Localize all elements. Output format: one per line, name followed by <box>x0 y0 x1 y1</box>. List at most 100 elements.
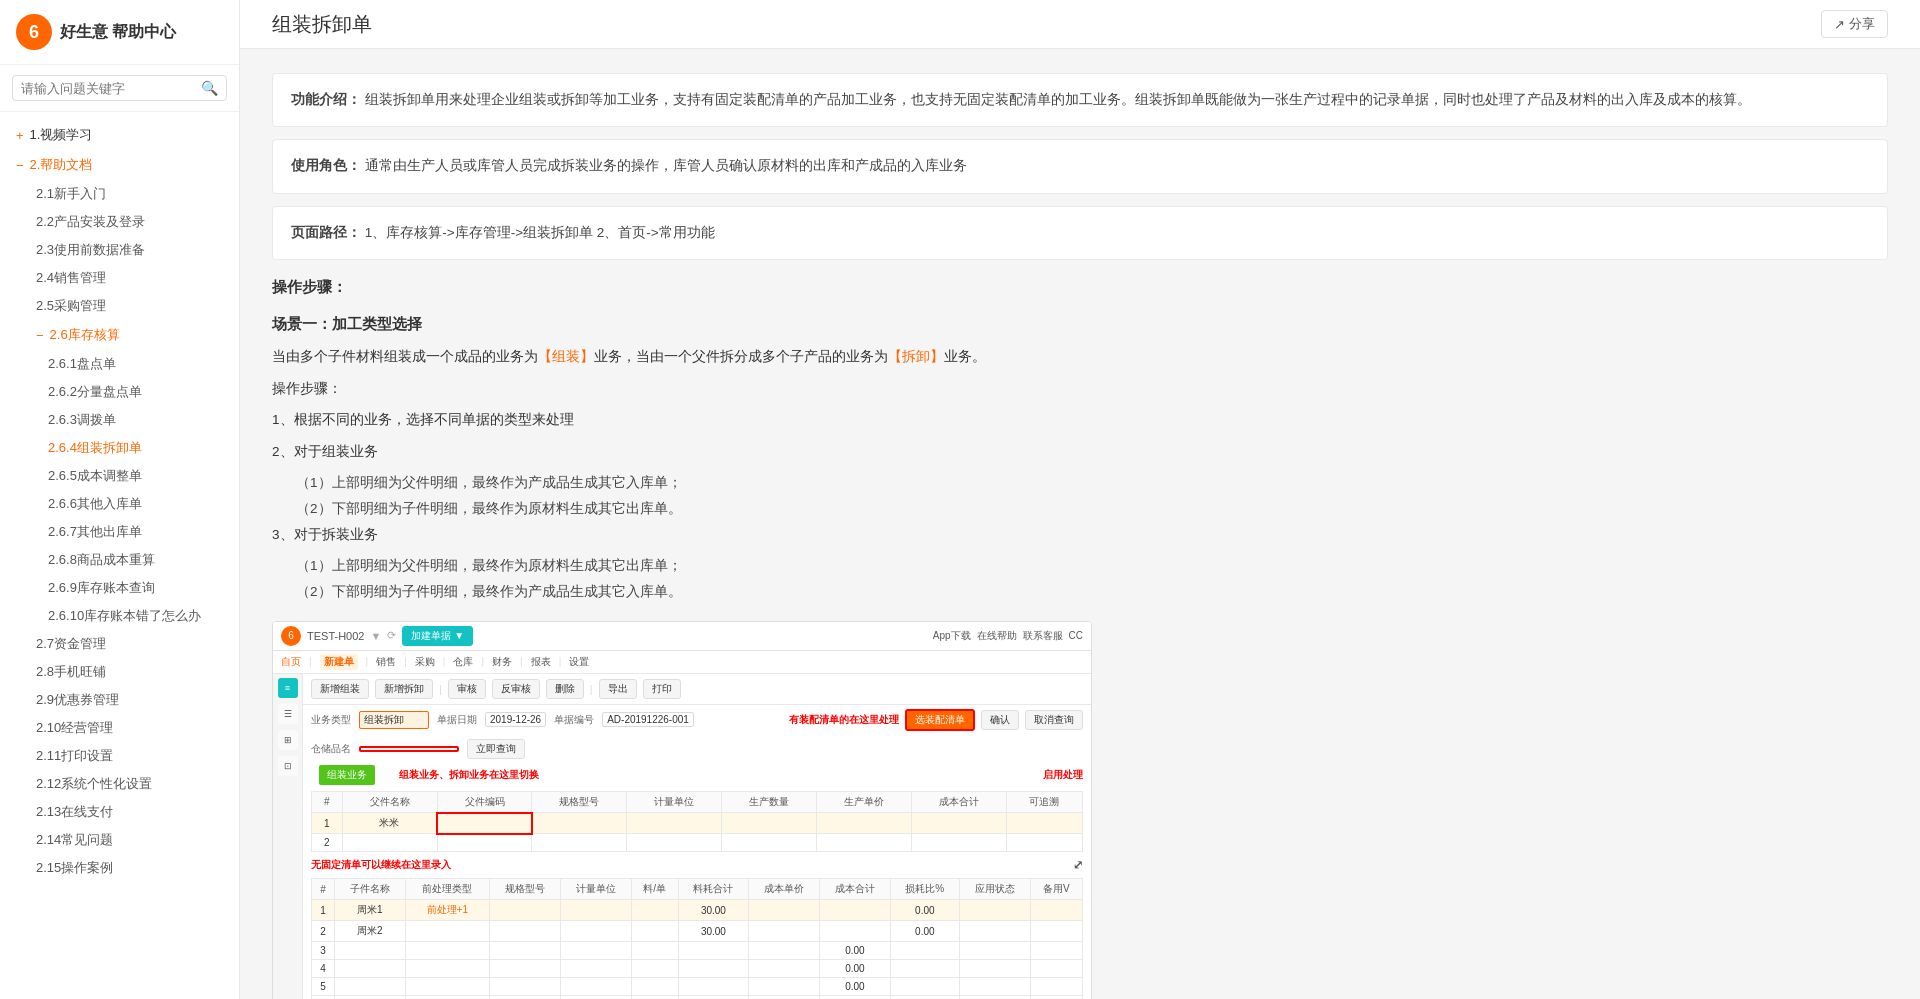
sim-section-assembly-label: 组装业务 <box>319 765 375 785</box>
sidebar-item-newuser[interactable]: 2.1新手入门 <box>0 180 239 208</box>
sim-cell-process2 <box>405 921 490 942</box>
sim-btn-print[interactable]: 打印 <box>643 679 681 699</box>
sim-col-ratio: 料/单 <box>631 879 678 900</box>
sim-nav-sep: | <box>309 656 312 667</box>
sidebar-item-payment[interactable]: 2.13在线支付 <box>0 798 239 826</box>
sim-parent-table-wrap: # 父件名称 父件编码 规格型号 计量单位 生产数量 生产单价 成本合计 可追溯 <box>303 787 1091 857</box>
sidebar-item-docs[interactable]: − 2.帮助文档 <box>0 150 239 180</box>
sim-expand-icon: ⤢ <box>1073 858 1083 872</box>
sim-nav-assembly[interactable]: 新建单 <box>320 654 358 670</box>
sidebar-item-operation[interactable]: 2.10经营管理 <box>0 714 239 742</box>
sim-ref-input[interactable]: AD-20191226-001 <box>602 712 694 727</box>
sidebar-item-faq[interactable]: 2.14常见问题 <box>0 826 239 854</box>
sim-nav-home[interactable]: 自页 <box>281 655 301 669</box>
sidebar-item-assembly[interactable]: 2.6.4组装拆卸单 <box>0 434 239 462</box>
sidebar-item-otheroutbound[interactable]: 2.6.7其他出库单 <box>0 518 239 546</box>
sim-parent-table-header: # 父件名称 父件编码 规格型号 计量单位 生产数量 生产单价 成本合计 可追溯 <box>312 791 1083 813</box>
sim-nav-other1[interactable]: 销售 <box>376 655 396 669</box>
sim-btn-cancel[interactable]: 取消查询 <box>1025 710 1083 730</box>
sim-cell-prodqty <box>722 834 817 852</box>
sim-contact: 联系客服 <box>1023 629 1063 643</box>
sidebar-item-inventory[interactable]: − 2.6库存核算 <box>0 320 239 350</box>
search-input[interactable] <box>21 81 201 96</box>
screenshot-container: 6 TEST-H002 ▼ ⟳ 加建单据 ▼ App下载 在线帮助 联系客服 C… <box>272 621 1092 999</box>
sidebar-item-partcount[interactable]: 2.6.2分量盘点单 <box>0 378 239 406</box>
sim-btn-new-assembly[interactable]: 新增组装 <box>311 679 369 699</box>
main-content: 组装拆卸单 ↗ 分享 功能介绍： 组装拆卸单用来处理企业组装或拆卸等加工业务，支… <box>240 0 1920 999</box>
sim-nav-other2[interactable]: 采购 <box>415 655 435 669</box>
sim-btn-select-bom[interactable]: 选装配清单 <box>905 709 975 731</box>
sidebar-item-transfer[interactable]: 2.6.3调拨单 <box>0 406 239 434</box>
sim-search-input[interactable] <box>359 746 459 752</box>
sim-nav-other5[interactable]: 报表 <box>531 655 551 669</box>
sim-btn-approve[interactable]: 审核 <box>448 679 486 699</box>
sim-toolbar: 新增组装 新增拆卸 | 审核 反审核 删除 | 导出 打印 <box>303 674 1091 705</box>
sim-cell-name: 米米 <box>342 813 437 834</box>
sim-col-price: 生产单价 <box>817 791 912 813</box>
logo-text: 好生意 帮助中心 <box>60 22 176 43</box>
path-text: 1、库存核算->库存管理->组装拆卸单 2、首页->常用功能 <box>365 225 715 240</box>
sidebar-item-coupon[interactable]: 2.9优惠券管理 <box>0 686 239 714</box>
sim-btn-new-disassembly[interactable]: 新增拆卸 <box>375 679 433 699</box>
sidebar-item-sales[interactable]: 2.4销售管理 <box>0 264 239 292</box>
sim-cell-unit <box>627 834 722 852</box>
sidebar-section-label: 2.帮助文档 <box>30 156 93 174</box>
sim-btn-unapprove[interactable]: 反审核 <box>492 679 540 699</box>
table-row: 1 米米 <box>312 813 1083 834</box>
sidebar-item-dataprep[interactable]: 2.3使用前数据准备 <box>0 236 239 264</box>
sim-topbtn[interactable]: 加建单据 ▼ <box>402 626 473 646</box>
sidebar-item-costadjust[interactable]: 2.6.5成本调整单 <box>0 462 239 490</box>
sim-cell-act <box>1030 900 1082 921</box>
sidebar-item-finance[interactable]: 2.7资金管理 <box>0 630 239 658</box>
sim-type-input[interactable]: 组装拆卸 <box>359 711 429 729</box>
sim-leftnav: ≡ ☰ ⊞ ⊡ <box>273 674 303 999</box>
sim-cell-cname2: 周米2 <box>334 921 405 942</box>
search-icon[interactable]: 🔍 <box>201 80 218 96</box>
sidebar-item-video[interactable]: + 1.视频学习 <box>0 120 239 150</box>
sim-search-row: 仓储品名 立即查询 <box>303 735 1091 763</box>
sim-enable-annotation: 启用处理 <box>1043 768 1083 782</box>
sim-col-parent-name: 父件名称 <box>342 791 437 813</box>
sidebar-item-cases[interactable]: 2.15操作案例 <box>0 854 239 882</box>
sim-btn-export[interactable]: 导出 <box>599 679 637 699</box>
share-button[interactable]: ↗ 分享 <box>1821 10 1888 38</box>
table-row: 50.00 <box>312 978 1083 996</box>
sim-cell-act2 <box>1030 921 1082 942</box>
sim-nav-sep3: | <box>404 656 407 667</box>
sidebar-item-stockcount[interactable]: 2.6.1盘点单 <box>0 350 239 378</box>
sim-btn-query[interactable]: 立即查询 <box>467 739 525 759</box>
scene-title: 场景一：加工类型选择 <box>272 315 1888 334</box>
sim-cell-cprice2 <box>749 921 820 942</box>
sim-col-idx2: # <box>312 879 335 900</box>
sim-nav-other3[interactable]: 仓库 <box>453 655 473 669</box>
sim-cell-ratio2 <box>631 921 678 942</box>
intro-block: 功能介绍： 组装拆卸单用来处理企业组装或拆卸等加工业务，支持有固定装配清单的产品… <box>272 73 1888 127</box>
sim-topbar: 6 TEST-H002 ▼ ⟳ 加建单据 ▼ App下载 在线帮助 联系客服 C… <box>273 622 1091 651</box>
sim-btn-confirm[interactable]: 确认 <box>981 710 1019 730</box>
sim-annotation-manual: 无固定清单可以继续在这里录入 <box>311 858 451 872</box>
logo-icon: 6 <box>16 14 52 50</box>
sidebar-item-purchase[interactable]: 2.5采购管理 <box>0 292 239 320</box>
sim-cell: 2 <box>312 834 343 852</box>
sim-btn-delete[interactable]: 删除 <box>546 679 584 699</box>
sim-nav-other4[interactable]: 财务 <box>492 655 512 669</box>
sidebar-item-ledgererror[interactable]: 2.6.10库存账本错了怎么办 <box>0 602 239 630</box>
sim-child-table-wrap: # 子件名称 前处理类型 规格型号 计量单位 料/单 料耗合计 成本单价 成本合 <box>303 874 1091 999</box>
sim-cell-trace <box>1006 834 1082 852</box>
sidebar-item-costreset[interactable]: 2.6.8商品成本重算 <box>0 546 239 574</box>
sidebar-item-otherinbound[interactable]: 2.6.6其他入库单 <box>0 490 239 518</box>
step2: 2、对于组装业务 <box>272 439 1888 465</box>
sidebar-item-settings[interactable]: 2.12系统个性化设置 <box>0 770 239 798</box>
sim-cell-code[interactable] <box>437 813 532 834</box>
collapse-icon: − <box>36 328 44 343</box>
sidebar-item-mobile[interactable]: 2.8手机旺铺 <box>0 658 239 686</box>
sidebar-item-ledger[interactable]: 2.6.9库存账本查询 <box>0 574 239 602</box>
sim-nav-other6[interactable]: 设置 <box>569 655 589 669</box>
sim-col-loss: 损耗比% <box>890 879 959 900</box>
sidebar-item-install[interactable]: 2.2产品安装及登录 <box>0 208 239 236</box>
sim-screen: 6 TEST-H002 ▼ ⟳ 加建单据 ▼ App下载 在线帮助 联系客服 C… <box>273 622 1091 999</box>
sim-date-input[interactable]: 2019-12-26 <box>485 712 546 727</box>
table-row: 2 <box>312 834 1083 852</box>
sim-cell-prodprice <box>817 834 912 852</box>
sidebar-item-print[interactable]: 2.11打印设置 <box>0 742 239 770</box>
